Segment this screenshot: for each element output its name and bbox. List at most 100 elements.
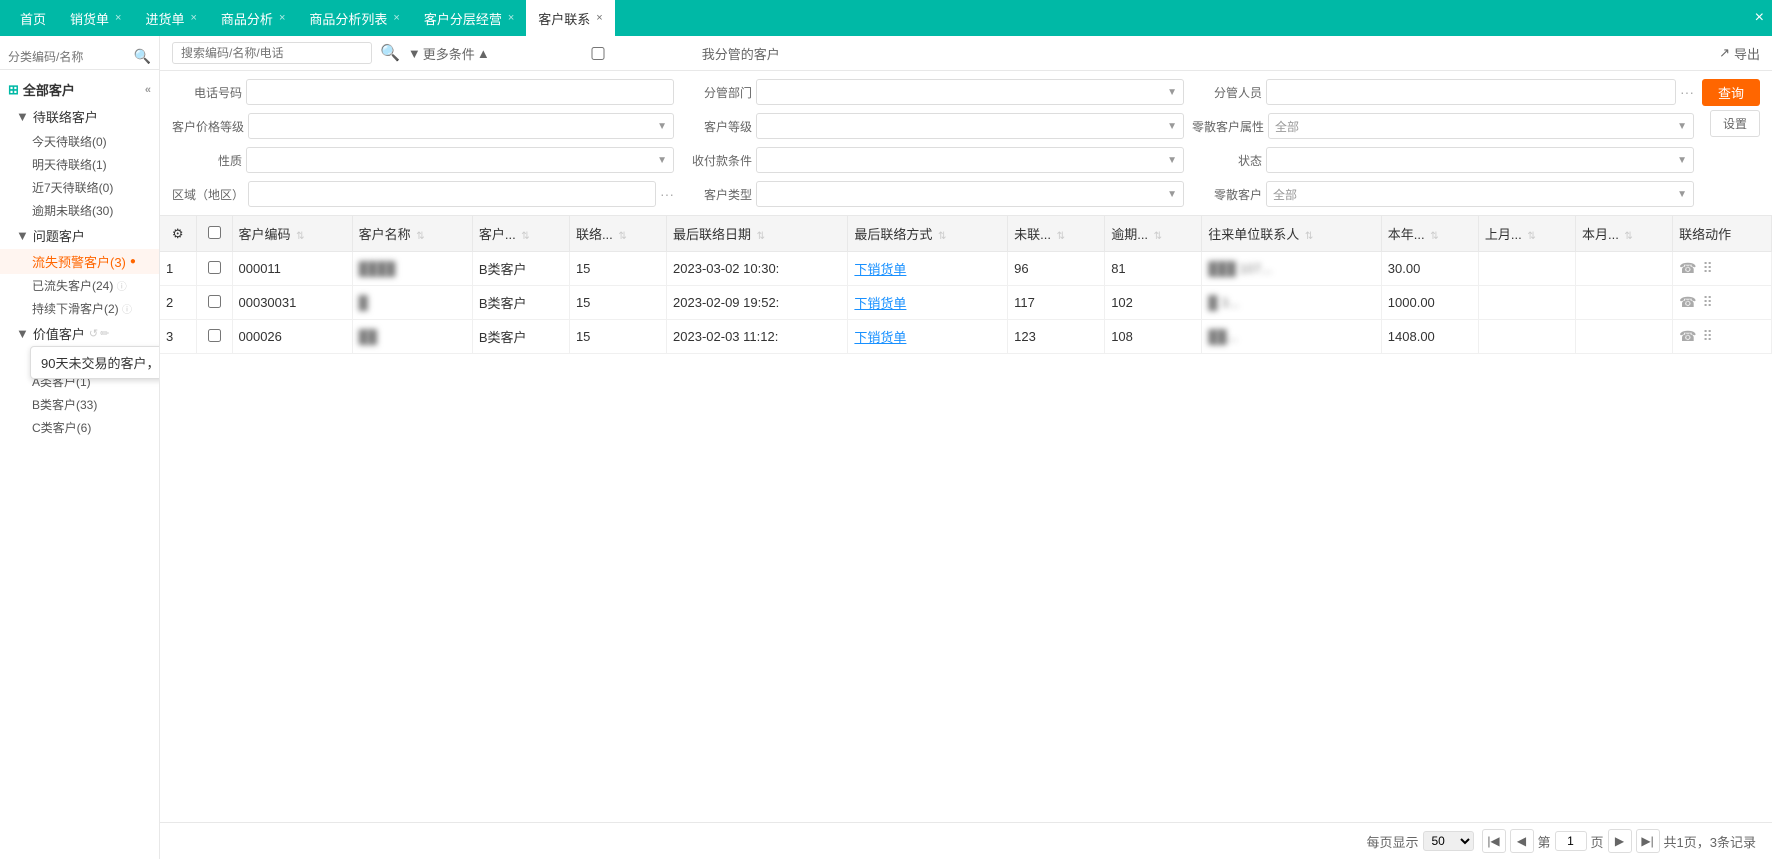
col-contacts[interactable]: 联络... ⇅ xyxy=(569,216,666,252)
col-unlinked[interactable]: 未联... ⇅ xyxy=(1008,216,1105,252)
last-page-button[interactable]: ▶| xyxy=(1636,829,1660,853)
row-last-way[interactable]: 下销货单 xyxy=(848,320,1008,354)
nav-customer-layer-close[interactable]: × xyxy=(508,12,514,24)
phone-action-icon[interactable]: ☎ xyxy=(1679,294,1696,311)
dept-select[interactable]: ▼ xyxy=(756,79,1184,105)
dept-arrow-icon: ▼ xyxy=(1167,87,1177,98)
row-unlinked: 117 xyxy=(1008,286,1105,320)
export-button[interactable]: ↗ 导出 xyxy=(1719,44,1760,63)
region-dots-icon[interactable]: ··· xyxy=(660,186,674,202)
col-this-year[interactable]: 本年... ⇅ xyxy=(1381,216,1478,252)
row-type: B类客户 xyxy=(472,320,569,354)
phone-input[interactable] xyxy=(246,79,674,105)
client-grade-select[interactable]: ▼ xyxy=(756,113,1184,139)
my-clients-checkbox[interactable]: 我分管的客户 xyxy=(498,44,780,63)
row-select-checkbox[interactable] xyxy=(208,295,221,308)
nav-product-list[interactable]: 商品分析列表 × xyxy=(297,0,411,36)
more-conditions-button[interactable]: ▼ 更多条件 ▲ xyxy=(408,44,490,63)
row-select-checkbox[interactable] xyxy=(208,261,221,274)
sidebar-group-value[interactable]: ▼ 价值客户 ↺ ✏ xyxy=(0,320,159,347)
arrow-down-icon-2: ▼ xyxy=(16,228,29,243)
col-name[interactable]: 客户名称 ⇅ xyxy=(352,216,472,252)
nature-select[interactable]: ▼ xyxy=(246,147,674,173)
col-overdue[interactable]: 逾期... ⇅ xyxy=(1105,216,1202,252)
filter-row-3: 性质 ▼ 收付款条件 ▼ xyxy=(172,147,1694,173)
col-last-way[interactable]: 最后联络方式 ⇅ xyxy=(848,216,1008,252)
col-liaison[interactable]: 往来单位联系人 ⇅ xyxy=(1202,216,1381,252)
sidebar-all-clients[interactable]: ⊞ 全部客户 « xyxy=(0,76,159,103)
nav-customer-contact[interactable]: 客户联系 × xyxy=(526,0,614,36)
row-last-way[interactable]: 下销货单 xyxy=(848,252,1008,286)
more-action-icon[interactable]: ⠿ xyxy=(1703,328,1713,345)
first-page-button[interactable]: |◀ xyxy=(1482,829,1506,853)
more-action-icon[interactable]: ⠿ xyxy=(1703,294,1713,311)
sidebar-item-overdue[interactable]: 逾期未联络(30) xyxy=(0,199,159,222)
sidebar-item-7days[interactable]: 近7天待联络(0) xyxy=(0,176,159,199)
page-size-select[interactable]: 10 20 50 100 xyxy=(1423,831,1474,851)
nav-product-analysis[interactable]: 商品分析 × xyxy=(209,0,297,36)
more-action-icon[interactable]: ⠿ xyxy=(1703,260,1713,277)
sort-icon-this-year: ⇅ xyxy=(1430,231,1438,242)
row-checkbox[interactable] xyxy=(196,286,232,320)
nav-home[interactable]: 首页 xyxy=(8,0,58,36)
sidebar-item-c-class[interactable]: C类客户(6) xyxy=(0,416,159,439)
sidebar-group-pending[interactable]: ▼ 待联络客户 xyxy=(0,103,159,130)
col-settings[interactable]: ⚙ xyxy=(160,216,196,252)
search-input[interactable] xyxy=(172,42,372,64)
col-type[interactable]: 客户... ⇅ xyxy=(472,216,569,252)
phone-action-icon[interactable]: ☎ xyxy=(1679,260,1696,277)
window-close-icon[interactable]: × xyxy=(1755,9,1764,27)
nav-product-list-close[interactable]: × xyxy=(393,12,399,24)
page-number-input[interactable] xyxy=(1555,831,1587,851)
phone-action-icon[interactable]: ☎ xyxy=(1679,328,1696,345)
sort-icon-unlinked: ⇅ xyxy=(1057,231,1065,242)
sidebar-item-tomorrow[interactable]: 明天待联络(1) xyxy=(0,153,159,176)
query-button[interactable]: 查询 xyxy=(1702,79,1760,106)
nav-sales-close[interactable]: × xyxy=(115,12,121,24)
col-code[interactable]: 客户编码 ⇅ xyxy=(232,216,352,252)
sidebar-item-declining[interactable]: 持续下滑客户(2) ⓘ xyxy=(0,297,159,320)
row-checkbox[interactable] xyxy=(196,252,232,286)
retail-select[interactable]: 全部 ▼ xyxy=(1266,181,1694,207)
my-clients-check[interactable] xyxy=(498,47,698,60)
search-button[interactable]: 🔍 xyxy=(380,43,400,63)
nav-customer-contact-close[interactable]: × xyxy=(596,12,602,24)
nav-sales[interactable]: 销货单 × xyxy=(58,0,133,36)
sidebar-item-b-class[interactable]: B类客户(33) xyxy=(0,393,159,416)
refresh-icon[interactable]: ↺ xyxy=(89,327,98,340)
sidebar-item-today[interactable]: 今天待联络(0) xyxy=(0,130,159,153)
next-page-button[interactable]: ▶ xyxy=(1608,829,1632,853)
row-overdue: 108 xyxy=(1105,320,1202,354)
manager-dots-icon[interactable]: ··· xyxy=(1680,84,1694,100)
sidebar-search-input[interactable] xyxy=(8,50,134,64)
settings-button[interactable]: 设置 xyxy=(1710,110,1760,137)
nav-product-analysis-close[interactable]: × xyxy=(279,12,285,24)
col-last-date[interactable]: 最后联络日期 ⇅ xyxy=(667,216,848,252)
col-this-month[interactable]: 本月... ⇅ xyxy=(1575,216,1672,252)
col-last-month[interactable]: 上月... ⇅ xyxy=(1478,216,1575,252)
sidebar-group-problem[interactable]: ▼ 问题客户 xyxy=(0,222,159,249)
region-input[interactable] xyxy=(248,181,656,207)
nav-purchase-close[interactable]: × xyxy=(190,12,196,24)
manager-input[interactable] xyxy=(1266,79,1676,105)
edit-icon[interactable]: ✏ xyxy=(100,327,109,340)
nav-customer-layer[interactable]: 客户分层经营 × xyxy=(412,0,526,36)
select-all-checkbox[interactable] xyxy=(208,226,221,239)
sidebar-item-churn-warning[interactable]: 流失预警客户(3) ● xyxy=(0,249,159,274)
client-type-select[interactable]: ▼ xyxy=(756,181,1184,207)
prev-page-button[interactable]: ◀ xyxy=(1510,829,1534,853)
col-checkbox[interactable] xyxy=(196,216,232,252)
retail-attr-select[interactable]: 全部 ▼ xyxy=(1268,113,1694,139)
nav-purchase[interactable]: 进货单 × xyxy=(133,0,208,36)
filter-status: 状态 ▼ xyxy=(1192,147,1694,173)
row-liaison: ███ 107... xyxy=(1202,252,1381,286)
row-last-way[interactable]: 下销货单 xyxy=(848,286,1008,320)
horizontal-scrollbar[interactable] xyxy=(160,810,1772,822)
row-select-checkbox[interactable] xyxy=(208,329,221,342)
payment-select[interactable]: ▼ xyxy=(756,147,1184,173)
price-grade-select[interactable]: ▼ xyxy=(248,113,674,139)
status-select[interactable]: ▼ xyxy=(1266,147,1694,173)
sidebar-item-churned[interactable]: 已流失客户(24) ⓘ xyxy=(0,274,159,297)
row-checkbox[interactable] xyxy=(196,320,232,354)
row-this-month xyxy=(1575,320,1672,354)
